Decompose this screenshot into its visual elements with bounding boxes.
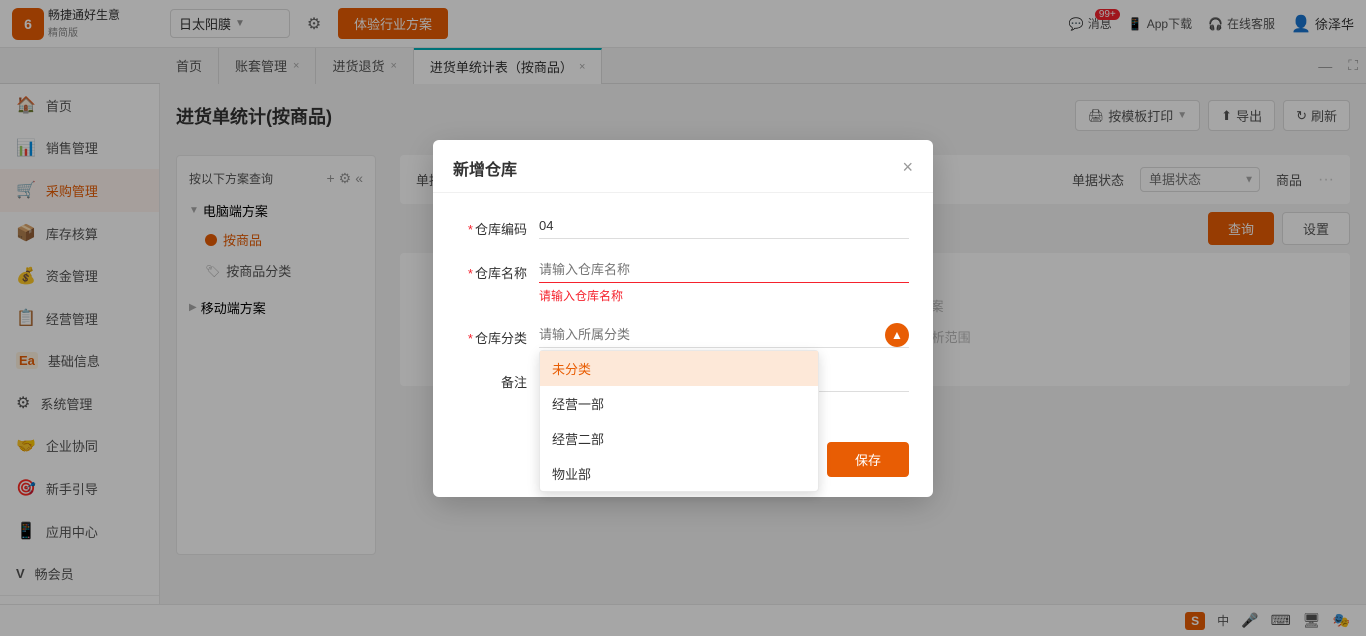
- dialog-close-button[interactable]: ×: [902, 157, 913, 178]
- category-input-wrap: ▲ 未分类 经营一部 经营二部 物业部: [539, 322, 909, 348]
- new-warehouse-dialog: 新增仓库 × 仓库编码 仓库名称 请输入仓库名称 仓库分类: [433, 140, 933, 497]
- category-arrow-icon[interactable]: ▲: [885, 323, 909, 347]
- dropdown-option-uncategorized[interactable]: 未分类: [540, 351, 818, 386]
- name-input-wrap: 请输入仓库名称: [539, 257, 909, 304]
- dialog-title: 新增仓库: [453, 156, 517, 180]
- category-dropdown: 未分类 经营一部 经营二部 物业部: [539, 350, 819, 492]
- name-input[interactable]: [539, 257, 909, 283]
- code-input[interactable]: [539, 213, 909, 239]
- code-label: 仓库编码: [457, 213, 527, 238]
- name-label: 仓库名称: [457, 257, 527, 282]
- code-input-wrap: [539, 213, 909, 239]
- dialog-header: 新增仓库 ×: [433, 140, 933, 193]
- save-button[interactable]: 保存: [827, 442, 909, 477]
- category-input[interactable]: [539, 322, 909, 348]
- code-field-row: 仓库编码: [457, 213, 909, 239]
- category-label: 仓库分类: [457, 322, 527, 347]
- name-error-message: 请输入仓库名称: [539, 287, 909, 304]
- dropdown-option-dept2[interactable]: 经营二部: [540, 421, 818, 456]
- dropdown-option-dept1[interactable]: 经营一部: [540, 386, 818, 421]
- dialog-body: 仓库编码 仓库名称 请输入仓库名称 仓库分类 ▲: [433, 193, 933, 430]
- dropdown-option-property[interactable]: 物业部: [540, 456, 818, 491]
- category-field-row: 仓库分类 ▲ 未分类 经营一部 经营二部 物业部: [457, 322, 909, 348]
- remark-label: 备注: [457, 366, 527, 391]
- name-field-row: 仓库名称 请输入仓库名称: [457, 257, 909, 304]
